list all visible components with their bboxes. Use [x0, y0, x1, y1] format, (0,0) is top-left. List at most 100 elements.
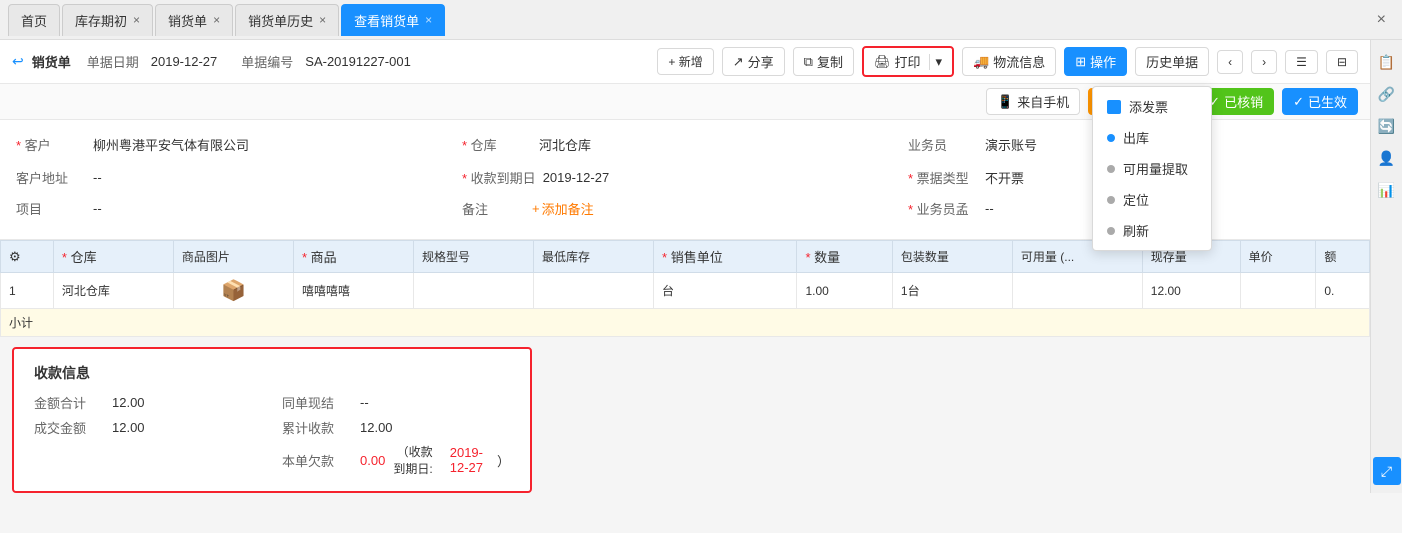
payment-grid: 金额合计 12.00 同单现结 -- 成交金额 12.00 累计收款 12.00	[34, 393, 510, 477]
share-icon: ↗	[733, 54, 744, 70]
col-warehouse: 仓库	[53, 241, 173, 273]
number-label: 单据编号	[241, 52, 293, 71]
total-received-label: 累计收款	[282, 418, 352, 437]
customer-value[interactable]: 柳州粤港平安气体有限公司	[86, 132, 266, 157]
col-amount: 额	[1316, 241, 1370, 273]
cell-row-num: 1	[1, 273, 54, 309]
cell-pack-qty[interactable]: 1台	[892, 273, 1012, 309]
add-invoice-icon	[1107, 100, 1121, 114]
col-settings[interactable]: ⚙	[1, 241, 54, 273]
next-record-button[interactable]: ›	[1251, 50, 1277, 74]
dropdown-available-qty[interactable]: 可用量提取	[1093, 153, 1211, 184]
dropdown-outbound[interactable]: 出库	[1093, 122, 1211, 153]
settings-icon: ⚙	[9, 249, 21, 264]
sidebar-icon-3[interactable]: 🔄	[1373, 112, 1401, 140]
operations-dropdown: 添发票 出库 可用量提取 定位 刷新	[1092, 86, 1212, 251]
col-unit-price: 单价	[1240, 241, 1316, 273]
total-amount-value: 12.00	[112, 395, 145, 410]
cell-product[interactable]: 嘻嘻嘻嘻	[293, 273, 413, 309]
total-received-value: 12.00	[360, 420, 393, 435]
project-label: 项目	[16, 199, 86, 218]
cell-available[interactable]	[1012, 273, 1142, 309]
cell-spec[interactable]	[413, 273, 533, 309]
cell-warehouse[interactable]: 河北仓库	[53, 273, 173, 309]
tab-home[interactable]: 首页	[8, 4, 60, 36]
effective-icon: ✓	[1293, 94, 1304, 110]
outstanding-label: 本单欠款	[282, 451, 352, 470]
cell-min-stock[interactable]	[534, 273, 654, 309]
outstanding-value: 0.00	[360, 453, 385, 468]
grid-icon: ⊞	[1075, 54, 1086, 70]
sidebar-icon-5[interactable]: 📊	[1373, 176, 1401, 204]
tab-inventory-init-label: 库存期初	[75, 11, 127, 30]
view-mode-1[interactable]: ☰	[1285, 50, 1318, 74]
view-mode-2[interactable]: ⊟	[1326, 50, 1358, 74]
dropdown-arrow[interactable]: ▾	[929, 54, 943, 70]
subtotal-label: 小计	[1, 309, 1370, 337]
toolbar: ↩ 销货单 单据日期 2019-12-27 单据编号 SA-20191227-0…	[0, 40, 1370, 84]
staff-label: 业务员	[908, 135, 978, 154]
sidebar-icon-4[interactable]: 👤	[1373, 144, 1401, 172]
dropdown-add-invoice[interactable]: 添发票	[1093, 91, 1211, 122]
sidebar-icon-1[interactable]: 📋	[1373, 48, 1401, 76]
project-value[interactable]: --	[86, 198, 266, 219]
add-note-button[interactable]: + 添加备注	[532, 199, 594, 218]
cell-sales-unit[interactable]: 台	[654, 273, 797, 309]
tab-inventory-init-close[interactable]: ×	[133, 13, 140, 27]
window-close-button[interactable]: ×	[1369, 11, 1394, 29]
payment-row-6: 本单欠款 0.00 （收款到期日: 2019-12-27 ）	[282, 443, 510, 477]
tab-sales-order[interactable]: 销货单 ×	[155, 4, 233, 36]
staff2-label: 业务员孟	[908, 199, 978, 218]
tab-view-sales[interactable]: 查看销货单 ×	[341, 4, 445, 36]
right-sidebar: 📋 🔗 🔄 👤 📊 ⤢	[1370, 40, 1402, 493]
prev-record-button[interactable]: ‹	[1217, 50, 1243, 74]
copy-button[interactable]: ⧉ 复制	[793, 47, 854, 76]
cell-amount[interactable]: 0.	[1316, 273, 1370, 309]
print-icon: 🖨	[874, 54, 891, 70]
date-value: 2019-12-27	[151, 54, 218, 69]
warehouse-value[interactable]: 河北仓库	[532, 132, 712, 157]
product-image-icon: 📦	[221, 280, 246, 302]
address-label: 客户地址	[16, 168, 86, 187]
address-value[interactable]: --	[86, 167, 266, 188]
tab-view-sales-label: 查看销货单	[354, 11, 419, 30]
tab-sales-order-close[interactable]: ×	[213, 13, 220, 27]
dropdown-refresh[interactable]: 刷新	[1093, 215, 1211, 246]
tab-home-label: 首页	[21, 11, 47, 30]
effective-button[interactable]: ✓ 已生效	[1282, 88, 1358, 115]
cell-quantity[interactable]: 1.00	[797, 273, 892, 309]
warehouse-label: 仓库	[462, 135, 532, 154]
outstanding-date: 2019-12-27	[450, 445, 489, 475]
dropdown-locate[interactable]: 定位	[1093, 184, 1211, 215]
tab-sales-history-label: 销货单历史	[248, 11, 313, 30]
col-spec: 规格型号	[413, 241, 533, 273]
share-button[interactable]: ↗ 分享	[722, 47, 785, 76]
cell-unit-price[interactable]	[1240, 273, 1316, 309]
history-button[interactable]: 历史单据	[1135, 47, 1209, 76]
due-date-value[interactable]: 2019-12-27	[536, 167, 716, 188]
ticket-label: 票据类型	[908, 168, 978, 187]
tab-sales-history[interactable]: 销货单历史 ×	[235, 4, 339, 36]
print-button[interactable]: 🖨 打印 ▾	[862, 46, 954, 77]
same-order-settle-label: 同单现结	[282, 393, 352, 412]
sidebar-icon-expand[interactable]: ⤢	[1373, 457, 1401, 485]
tab-view-sales-close[interactable]: ×	[425, 13, 432, 27]
tab-inventory-init[interactable]: 库存期初 ×	[62, 4, 153, 36]
new-button[interactable]: + 新增	[657, 48, 713, 75]
available-qty-dot	[1107, 165, 1115, 173]
table-row: 1 河北仓库 📦 嘻嘻嘻嘻 台 1.00 1台 12.00	[1, 273, 1370, 309]
sidebar-icon-2[interactable]: 🔗	[1373, 80, 1401, 108]
logistics-icon: 🚚	[973, 54, 989, 70]
operations-button[interactable]: ⊞ 操作	[1064, 47, 1127, 76]
outbound-dot	[1107, 134, 1115, 142]
cell-current-stock[interactable]: 12.00	[1142, 273, 1240, 309]
from-phone-button[interactable]: 📱 来自手机	[986, 88, 1080, 115]
deal-amount-value: 12.00	[112, 420, 145, 435]
table-wrapper: ⚙ 仓库 商品图片 商品 规格型号 最低库存 销售单位 数量 包装数量 可用量 …	[0, 240, 1370, 337]
tab-sales-history-close[interactable]: ×	[319, 13, 326, 27]
logistics-button[interactable]: 🚚 物流信息	[962, 47, 1056, 76]
copy-icon: ⧉	[804, 54, 813, 70]
note-label: 备注	[462, 199, 532, 218]
payment-row-4: 累计收款 12.00	[282, 418, 510, 437]
subtotal-row: 小计	[1, 309, 1370, 337]
